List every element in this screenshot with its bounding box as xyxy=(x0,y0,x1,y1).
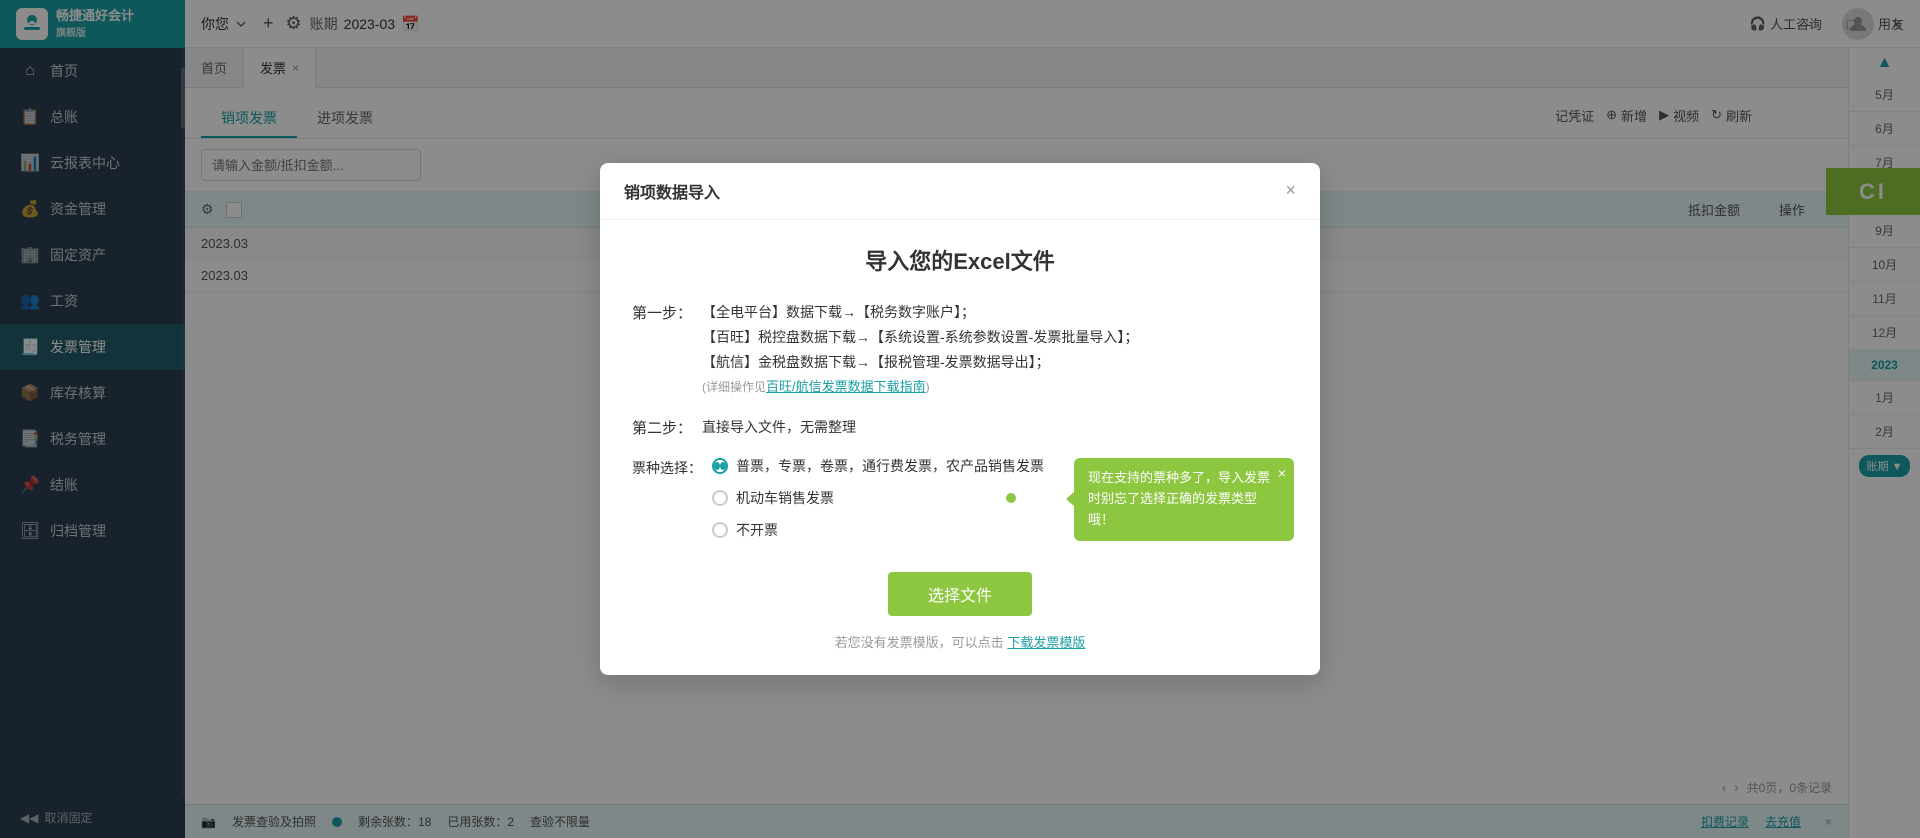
step2-content: 直接导入文件，无需整理 xyxy=(702,415,1288,440)
ticket-selection-row: 票种选择： 普票，专票，卷票，通行费发票，农产品销售发票 机动车销售发票 xyxy=(632,456,1288,552)
ticket-label: 票种选择： xyxy=(632,456,712,478)
radio-label-general: 普票，专票，卷票，通行费发票，农产品销售发票 xyxy=(736,456,1044,476)
radio-circle-motor xyxy=(712,490,728,506)
dialog-body: 导入您的Excel文件 第一步： 【全电平台】数据下载→【税务数字账户】； 【百… xyxy=(600,220,1320,675)
import-dialog: 销项数据导入 × 导入您的Excel文件 第一步： 【全电平台】数据下载→【税务… xyxy=(600,163,1320,675)
tooltip-arrow xyxy=(1066,492,1074,506)
radio-circle-no-ticket xyxy=(712,522,728,538)
dialog-main-title: 导入您的Excel文件 xyxy=(632,244,1288,276)
step1-link-suffix: ) xyxy=(926,380,930,394)
radio-general[interactable]: 普票，专票，卷票，通行费发票，农产品销售发票 xyxy=(712,456,1044,476)
step1-link-row: (详细操作见百旺/航信发票数据下载指南) xyxy=(702,375,1288,399)
step1-line2: 【百旺】税控盘数据下载→【系统设置-系统参数设置-发票批量导入】； xyxy=(702,325,1288,350)
step1-guide-link[interactable]: 百旺/航信发票数据下载指南 xyxy=(766,379,926,394)
tooltip-close-btn[interactable]: × xyxy=(1278,462,1286,484)
dialog-header: 销项数据导入 × xyxy=(600,163,1320,220)
radio-no-ticket[interactable]: 不开票 xyxy=(712,520,1044,540)
dialog-close-button[interactable]: × xyxy=(1285,180,1296,201)
radio-circle-general xyxy=(712,458,728,474)
step1-content: 【全电平台】数据下载→【税务数字账户】； 【百旺】税控盘数据下载→【系统设置-系… xyxy=(702,300,1288,399)
footer-text: 若您没有发票模版，可以点击 xyxy=(835,635,1004,650)
dialog-title: 销项数据导入 xyxy=(624,179,720,203)
step2-row: 第二步： 直接导入文件，无需整理 xyxy=(632,415,1288,440)
radio-group: 普票，专票，卷票，通行费发票，农产品销售发票 机动车销售发票 × 现在支持的票种… xyxy=(712,456,1044,552)
modal-overlay: 销项数据导入 × 导入您的Excel文件 第一步： 【全电平台】数据下载→【税务… xyxy=(0,0,1920,838)
step1-link-prefix: (详细操作见 xyxy=(702,380,766,394)
tooltip-bubble: × 现在支持的票种多了，导入发票时别忘了选择正确的发票类型哦！ xyxy=(1074,458,1294,540)
step1-line3: 【航信】金税盘数据下载→【报税管理-发票数据导出】； xyxy=(702,350,1288,375)
dialog-footer: 若您没有发票模版，可以点击 下载发票模版 xyxy=(632,632,1288,651)
step2-label: 第二步： xyxy=(632,415,702,440)
radio-motor[interactable]: 机动车销售发票 × 现在支持的票种多了，导入发票时别忘了选择正确的发票类型哦！ xyxy=(712,488,1044,508)
download-template-link[interactable]: 下载发票模版 xyxy=(1007,635,1085,650)
step1-line1: 【全电平台】数据下载→【税务数字账户】； xyxy=(702,300,1288,325)
tooltip-text: 现在支持的票种多了，导入发票时别忘了选择正确的发票类型哦！ xyxy=(1088,470,1270,527)
select-file-area: 选择文件 xyxy=(632,572,1288,616)
radio-label-motor: 机动车销售发票 xyxy=(736,488,834,508)
tooltip-dot xyxy=(1006,493,1016,503)
select-file-button[interactable]: 选择文件 xyxy=(888,572,1032,616)
radio-label-no-ticket: 不开票 xyxy=(736,520,778,540)
step1-label: 第一步： xyxy=(632,300,702,399)
step1-row: 第一步： 【全电平台】数据下载→【税务数字账户】； 【百旺】税控盘数据下载→【系… xyxy=(632,300,1288,399)
